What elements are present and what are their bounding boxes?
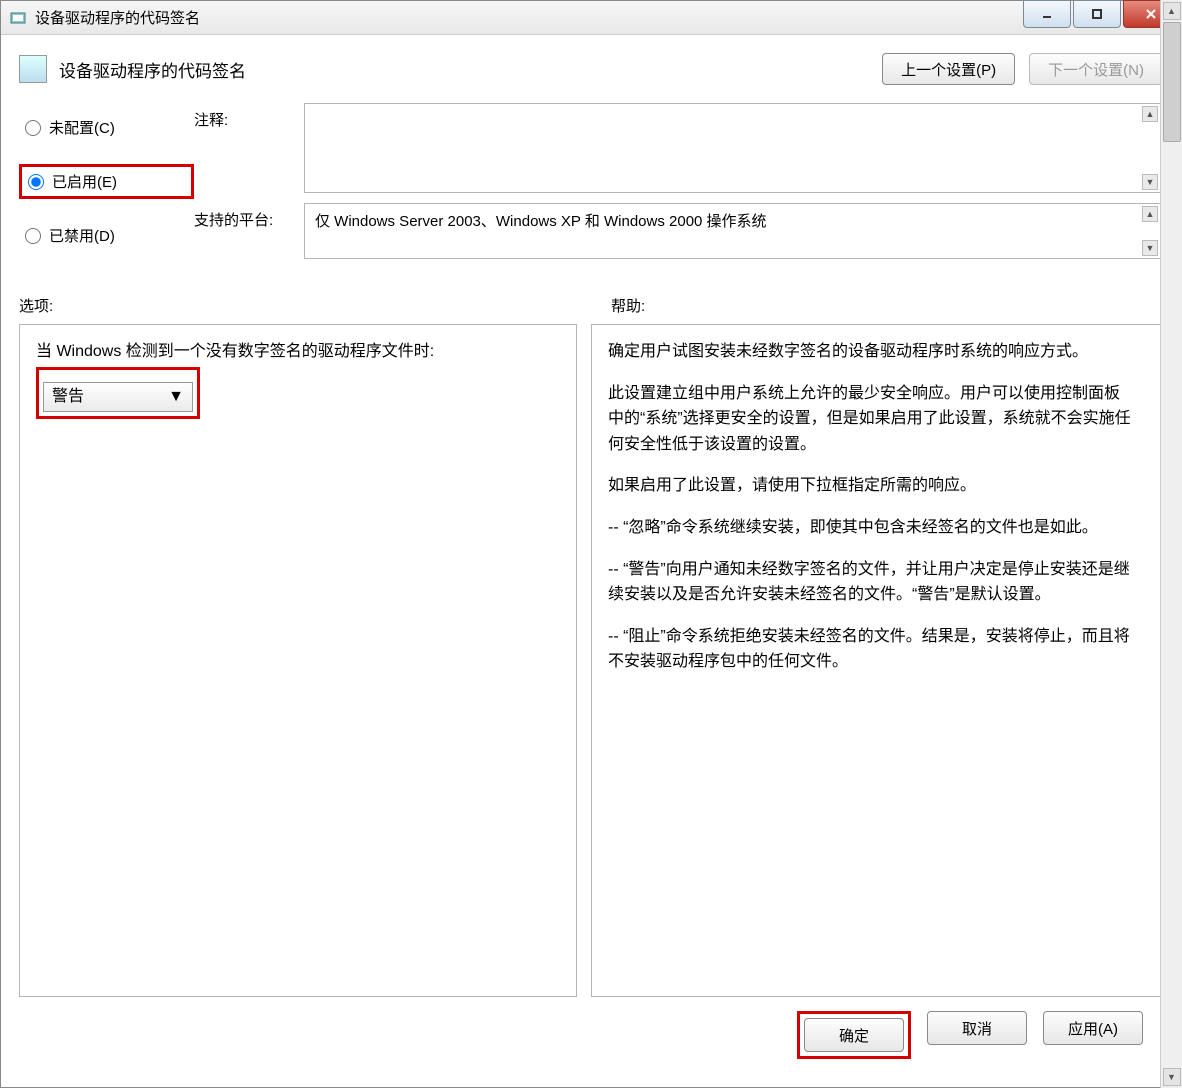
scroll-up-icon[interactable]: ▲ [1142, 106, 1158, 122]
help-text: -- “阻止”命令系统拒绝安装未经签名的文件。结果是，安装将停止，而且将不安装驱… [608, 624, 1132, 675]
help-text: 如果启用了此设置，请使用下拉框指定所需的响应。 [608, 473, 1132, 499]
policy-title: 设备驱动程序的代码签名 [59, 57, 882, 82]
right-column: 注释: ▲ ▼ 支持的平台: 仅 Windows Server 2003、Win… [194, 103, 1163, 269]
top-grid: 未配置(C) 已启用(E) 已禁用(D) 注释: ▲ [19, 103, 1163, 269]
radio-not-configured-input[interactable] [25, 120, 41, 136]
platform-text: 仅 Windows Server 2003、Windows XP 和 Windo… [315, 213, 767, 230]
help-label: 帮助: [591, 295, 1163, 316]
platform-scroll[interactable]: ▲ ▼ [1142, 206, 1160, 256]
options-pane: 当 Windows 检测到一个没有数字签名的驱动程序文件时: 警告 ▼ [19, 324, 577, 997]
lower-panes: 当 Windows 检测到一个没有数字签名的驱动程序文件时: 警告 ▼ 确定用户… [19, 324, 1163, 997]
minimize-button[interactable] [1023, 0, 1071, 28]
nav-buttons: 上一个设置(P) 下一个设置(N) [882, 53, 1163, 85]
radio-disabled-label: 已禁用(D) [49, 225, 115, 246]
radio-not-configured-label: 未配置(C) [49, 117, 115, 138]
comment-row: 注释: ▲ ▼ [194, 103, 1163, 193]
radio-disabled-input[interactable] [25, 228, 41, 244]
chevron-down-icon: ▼ [168, 384, 184, 410]
scroll-up-icon[interactable]: ▲ [1142, 206, 1158, 222]
scroll-down-icon[interactable]: ▼ [1142, 240, 1158, 256]
window-controls [1023, 1, 1181, 34]
dropdown-highlight: 警告 ▼ [36, 367, 200, 419]
scroll-down-icon[interactable]: ▼ [1163, 1068, 1181, 1086]
platform-row: 支持的平台: 仅 Windows Server 2003、Windows XP … [194, 203, 1163, 259]
help-pane: 确定用户试图安装未经数字签名的设备驱动程序时系统的响应方式。 此设置建立组中用户… [591, 324, 1163, 997]
section-labels: 选项: 帮助: [19, 295, 1163, 316]
app-icon [9, 9, 27, 27]
comment-scroll[interactable]: ▲ ▼ [1142, 106, 1160, 190]
help-text: 确定用户试图安装未经数字签名的设备驱动程序时系统的响应方式。 [608, 339, 1132, 365]
ok-button[interactable]: 确定 [804, 1018, 904, 1052]
help-text: -- “忽略”命令系统继续安装，即使其中包含未经签名的文件也是如此。 [608, 515, 1132, 541]
platform-label: 支持的平台: [194, 203, 304, 259]
options-prompt: 当 Windows 检测到一个没有数字签名的驱动程序文件时: [36, 339, 560, 365]
cancel-button[interactable]: 取消 [927, 1011, 1027, 1045]
titlebar: 设备驱动程序的代码签名 [1, 1, 1181, 35]
platform-box: 仅 Windows Server 2003、Windows XP 和 Windo… [304, 203, 1163, 259]
radio-enabled-input[interactable] [28, 174, 44, 190]
header-row: 设备驱动程序的代码签名 上一个设置(P) 下一个设置(N) [19, 53, 1163, 85]
response-dropdown[interactable]: 警告 ▼ [43, 382, 193, 412]
radio-enabled[interactable]: 已启用(E) [19, 164, 194, 199]
maximize-button[interactable] [1073, 0, 1121, 28]
dropdown-value: 警告 [52, 384, 84, 410]
dialog-window: 设备驱动程序的代码签名 设备驱动程序的代码签名 上一个设置(P) 下一个设置(N… [0, 0, 1182, 1088]
options-label: 选项: [19, 295, 591, 316]
help-text: -- “警告”向用户通知未经数字签名的文件，并让用户决定是停止安装还是继续安装以… [608, 557, 1132, 608]
ok-highlight: 确定 [797, 1011, 911, 1059]
button-bar: 确定 取消 应用(A) [19, 997, 1163, 1077]
comment-textarea[interactable]: ▲ ▼ [304, 103, 1163, 193]
dialog-content: 设备驱动程序的代码签名 上一个设置(P) 下一个设置(N) 未配置(C) 已启用… [1, 35, 1181, 1087]
page-scrollbar[interactable]: ▲ ▼ [1160, 0, 1182, 1088]
previous-setting-button[interactable]: 上一个设置(P) [882, 53, 1015, 85]
apply-button[interactable]: 应用(A) [1043, 1011, 1143, 1045]
window-title: 设备驱动程序的代码签名 [35, 7, 1023, 28]
radio-group: 未配置(C) 已启用(E) 已禁用(D) [19, 103, 194, 269]
policy-icon [19, 55, 47, 83]
next-setting-button[interactable]: 下一个设置(N) [1029, 53, 1163, 85]
radio-disabled[interactable]: 已禁用(D) [19, 221, 194, 250]
scroll-down-icon[interactable]: ▼ [1142, 174, 1158, 190]
comment-label: 注释: [194, 103, 304, 193]
radio-enabled-label: 已启用(E) [52, 171, 117, 192]
scroll-up-icon[interactable]: ▲ [1163, 2, 1181, 20]
help-text: 此设置建立组中用户系统上允许的最少安全响应。用户可以使用控制面板中的“系统”选择… [608, 381, 1132, 458]
radio-not-configured[interactable]: 未配置(C) [19, 113, 194, 142]
scroll-thumb[interactable] [1163, 22, 1181, 142]
